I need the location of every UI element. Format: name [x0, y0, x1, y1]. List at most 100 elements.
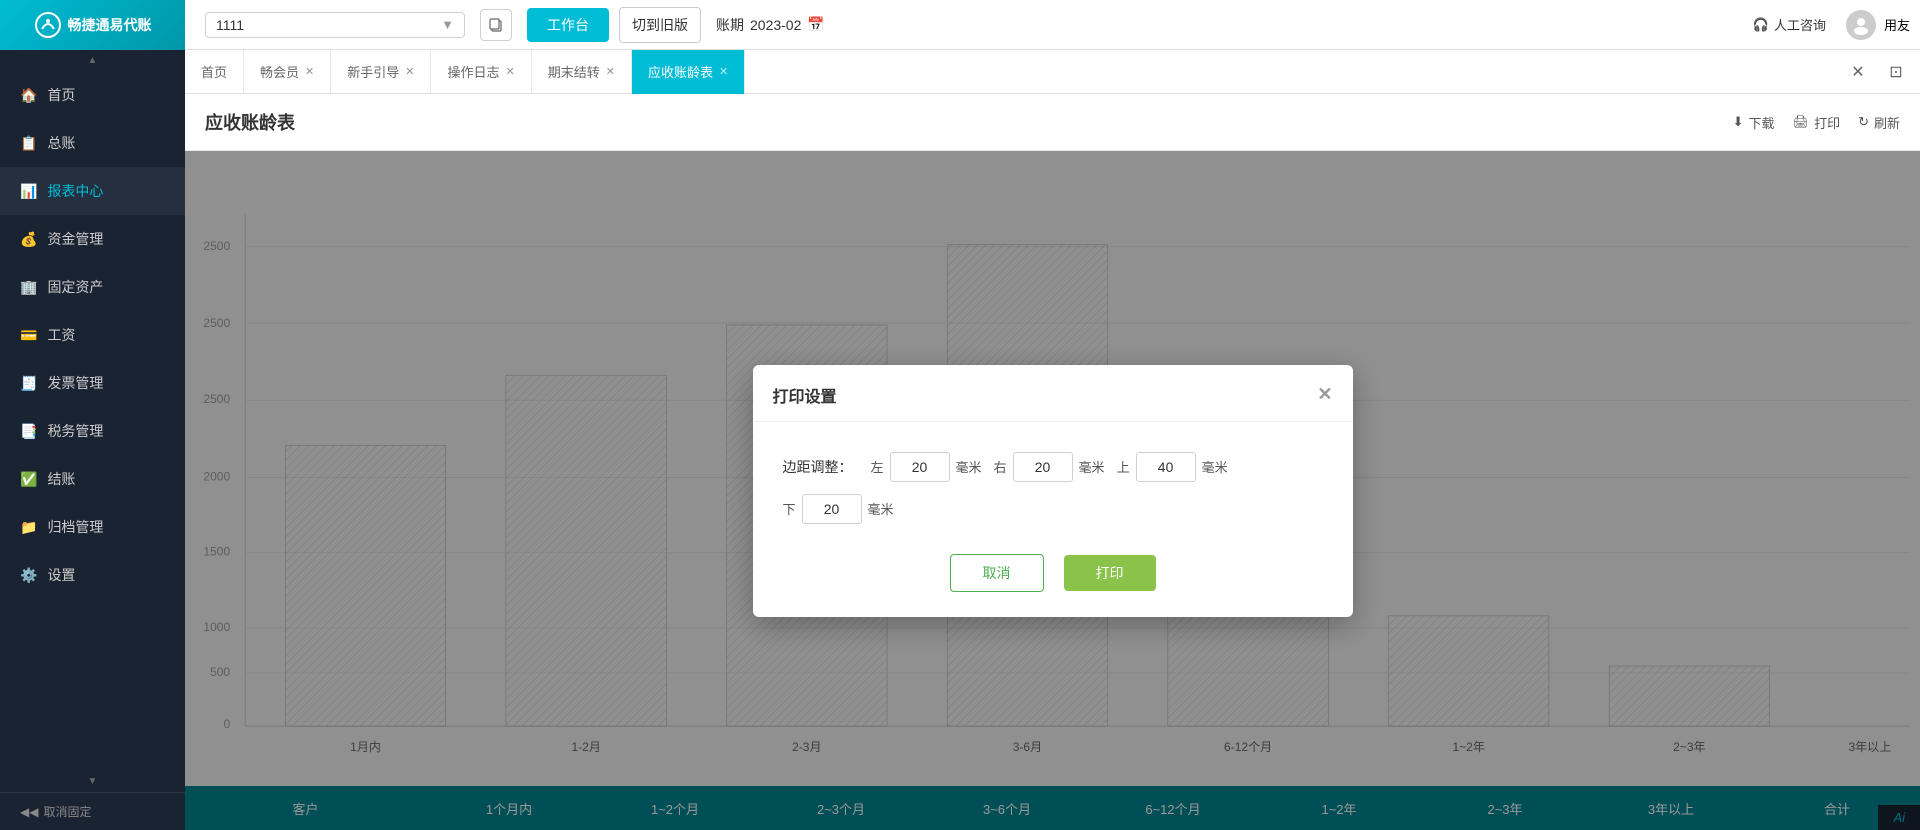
archive-icon: 📁 [20, 519, 37, 536]
top-label: 上 [1117, 457, 1130, 476]
switch-version-button[interactable]: 切到旧版 [619, 7, 701, 43]
print-action[interactable]: 🖨 打印 [1793, 113, 1841, 132]
sidebar-item-fixed-assets[interactable]: 🏢 固定资产 [0, 263, 185, 311]
tab-period-end[interactable]: 期末结转 ✕ [532, 50, 632, 94]
headset-icon: 🎧 [1753, 17, 1769, 33]
sidebar-item-invoice[interactable]: 🧾 发票管理 [0, 359, 185, 407]
page-header: 应收账龄表 ⬇ 下载 🖨 打印 ↻ 刷新 [185, 94, 1920, 151]
sidebar-item-archive[interactable]: 📁 归档管理 [0, 503, 185, 551]
print-settings-dialog: 打印设置 ✕ 边距调整： 左 毫米 [753, 365, 1353, 617]
report-icon: 📊 [20, 183, 37, 200]
content-area: 首页 畅会员 ✕ 新手引导 ✕ 操作日志 ✕ 期末结转 ✕ 应收账龄表 ✕ [185, 50, 1920, 830]
right-margin-input[interactable] [1013, 452, 1073, 482]
tab-period-end-close[interactable]: ✕ [606, 65, 615, 78]
page-title: 应收账龄表 [205, 109, 295, 135]
left-label: 左 [871, 457, 884, 476]
sidebar-item-settlement-label: 结账 [47, 469, 75, 489]
scroll-down-indicator: ▼ [0, 771, 185, 792]
left-margin-input[interactable] [890, 452, 950, 482]
modal-title: 打印设置 [773, 383, 837, 407]
modal-header: 打印设置 ✕ [753, 365, 1353, 422]
calendar-icon[interactable]: 📅 [807, 16, 824, 33]
payroll-icon: 💳 [20, 327, 37, 344]
sidebar-item-invoice-label: 发票管理 [47, 373, 103, 393]
avatar [1846, 10, 1876, 40]
dropdown-arrow-icon: ▼ [441, 17, 454, 32]
page-content: 应收账龄表 ⬇ 下载 🖨 打印 ↻ 刷新 [185, 94, 1920, 830]
copy-icon[interactable] [480, 9, 512, 41]
tab-period-end-label: 期末结转 [548, 62, 600, 81]
scroll-up-arrow-icon[interactable]: ▲ [88, 55, 98, 66]
logo-text: 畅捷通易代账 [68, 15, 152, 35]
print-confirm-button[interactable]: 打印 [1064, 555, 1156, 591]
page-actions: ⬇ 下载 🖨 打印 ↻ 刷新 [1733, 113, 1900, 132]
workbench-button[interactable]: 工作台 [527, 8, 609, 42]
modal-close-button[interactable]: ✕ [1317, 384, 1332, 405]
right-label: 右 [994, 457, 1007, 476]
consultant-label: 人工咨询 [1774, 15, 1826, 34]
consultant-area[interactable]: 🎧 人工咨询 [1753, 15, 1826, 34]
tab-ar-aging-close[interactable]: ✕ [719, 65, 728, 78]
sidebar-item-capital-label: 资金管理 [47, 229, 103, 249]
left-unit: 毫米 [956, 457, 982, 476]
account-period: 账期 2023-02 📅 [716, 15, 825, 35]
account-period-label: 账期 [716, 15, 744, 35]
bottom-margin-input[interactable] [802, 494, 862, 524]
sidebar-item-settings[interactable]: ⚙️ 设置 [0, 551, 185, 599]
tab-member[interactable]: 畅会员 ✕ [244, 50, 331, 94]
cancel-button[interactable]: 取消 [950, 554, 1044, 592]
bottom-label: 下 [783, 499, 796, 518]
sidebar-item-capital[interactable]: 💰 资金管理 [0, 215, 185, 263]
tab-ar-aging[interactable]: 应收账龄表 ✕ [632, 50, 745, 94]
company-selector[interactable]: 1111 ▼ [205, 12, 465, 38]
download-label: 下载 [1749, 113, 1775, 132]
tab-ar-aging-label: 应收账龄表 [648, 62, 713, 81]
margin-top-group: 上 毫米 [1117, 452, 1228, 482]
refresh-icon: ↻ [1858, 114, 1869, 130]
refresh-action[interactable]: ↻ 刷新 [1858, 113, 1900, 132]
sidebar-item-settlement[interactable]: ✅ 结账 [0, 455, 185, 503]
tab-home[interactable]: 首页 [185, 50, 244, 94]
print-label: 打印 [1814, 113, 1840, 132]
margin-right-group: 右 毫米 [994, 452, 1105, 482]
ledger-icon: 📋 [20, 135, 37, 152]
tab-guide[interactable]: 新手引导 ✕ [331, 50, 431, 94]
sidebar-item-assets-label: 固定资产 [47, 277, 103, 297]
tab-log-close[interactable]: ✕ [506, 65, 515, 78]
sidebar-item-settings-label: 设置 [47, 565, 75, 585]
sidebar-item-general-ledger[interactable]: 📋 总账 [0, 119, 185, 167]
sidebar-item-payroll[interactable]: 💳 工资 [0, 311, 185, 359]
sidebar-item-report-center[interactable]: 📊 报表中心 [0, 167, 185, 215]
tab-guide-close[interactable]: ✕ [405, 65, 414, 78]
download-icon: ⬇ [1733, 114, 1744, 130]
capital-icon: 💰 [20, 231, 37, 248]
tabs-bar: 首页 畅会员 ✕ 新手引导 ✕ 操作日志 ✕ 期末结转 ✕ 应收账龄表 ✕ [185, 50, 1920, 94]
main-layout: ▲ 🏠 首页 📋 总账 📊 报表中心 💰 资金管理 🏢 固定资产 [0, 50, 1920, 830]
sidebar: ▲ 🏠 首页 📋 总账 📊 报表中心 💰 资金管理 🏢 固定资产 [0, 50, 185, 830]
user-area[interactable]: 用友 [1846, 10, 1910, 40]
sidebar-nav: 🏠 首页 📋 总账 📊 报表中心 💰 资金管理 🏢 固定资产 💳 工资 [0, 71, 185, 771]
right-unit: 毫米 [1079, 457, 1105, 476]
top-unit: 毫米 [1202, 457, 1228, 476]
tab-member-close[interactable]: ✕ [305, 65, 314, 78]
modal-overlay: 打印设置 ✕ 边距调整： 左 毫米 [185, 151, 1920, 830]
logo-icon [34, 11, 62, 39]
margin-bottom-group: 下 毫米 [783, 494, 894, 524]
top-margin-input[interactable] [1136, 452, 1196, 482]
maximize-tab-button[interactable]: ⊡ [1882, 58, 1910, 86]
sidebar-item-report-label: 报表中心 [47, 181, 103, 201]
tab-log[interactable]: 操作日志 ✕ [431, 50, 531, 94]
refresh-label: 刷新 [1874, 113, 1900, 132]
chart-area: 2500 2500 2500 2000 1500 1000 500 0 [185, 151, 1920, 830]
scroll-down-arrow-icon[interactable]: ▼ [88, 776, 98, 787]
top-header: 畅捷通易代账 1111 ▼ 工作台 切到旧版 账期 2023-02 📅 🎧 人工… [0, 0, 1920, 50]
logo: 畅捷通易代账 [0, 0, 185, 50]
sidebar-item-home[interactable]: 🏠 首页 [0, 71, 185, 119]
invoice-icon: 🧾 [20, 375, 37, 392]
close-tab-button[interactable]: ✕ [1844, 58, 1872, 86]
margin-left-group: 左 毫米 [871, 452, 982, 482]
sidebar-item-tax[interactable]: 📑 税务管理 [0, 407, 185, 455]
sidebar-collapse[interactable]: ◀◀ 取消固定 [0, 792, 185, 830]
download-action[interactable]: ⬇ 下载 [1733, 113, 1775, 132]
sidebar-item-payroll-label: 工资 [47, 325, 75, 345]
